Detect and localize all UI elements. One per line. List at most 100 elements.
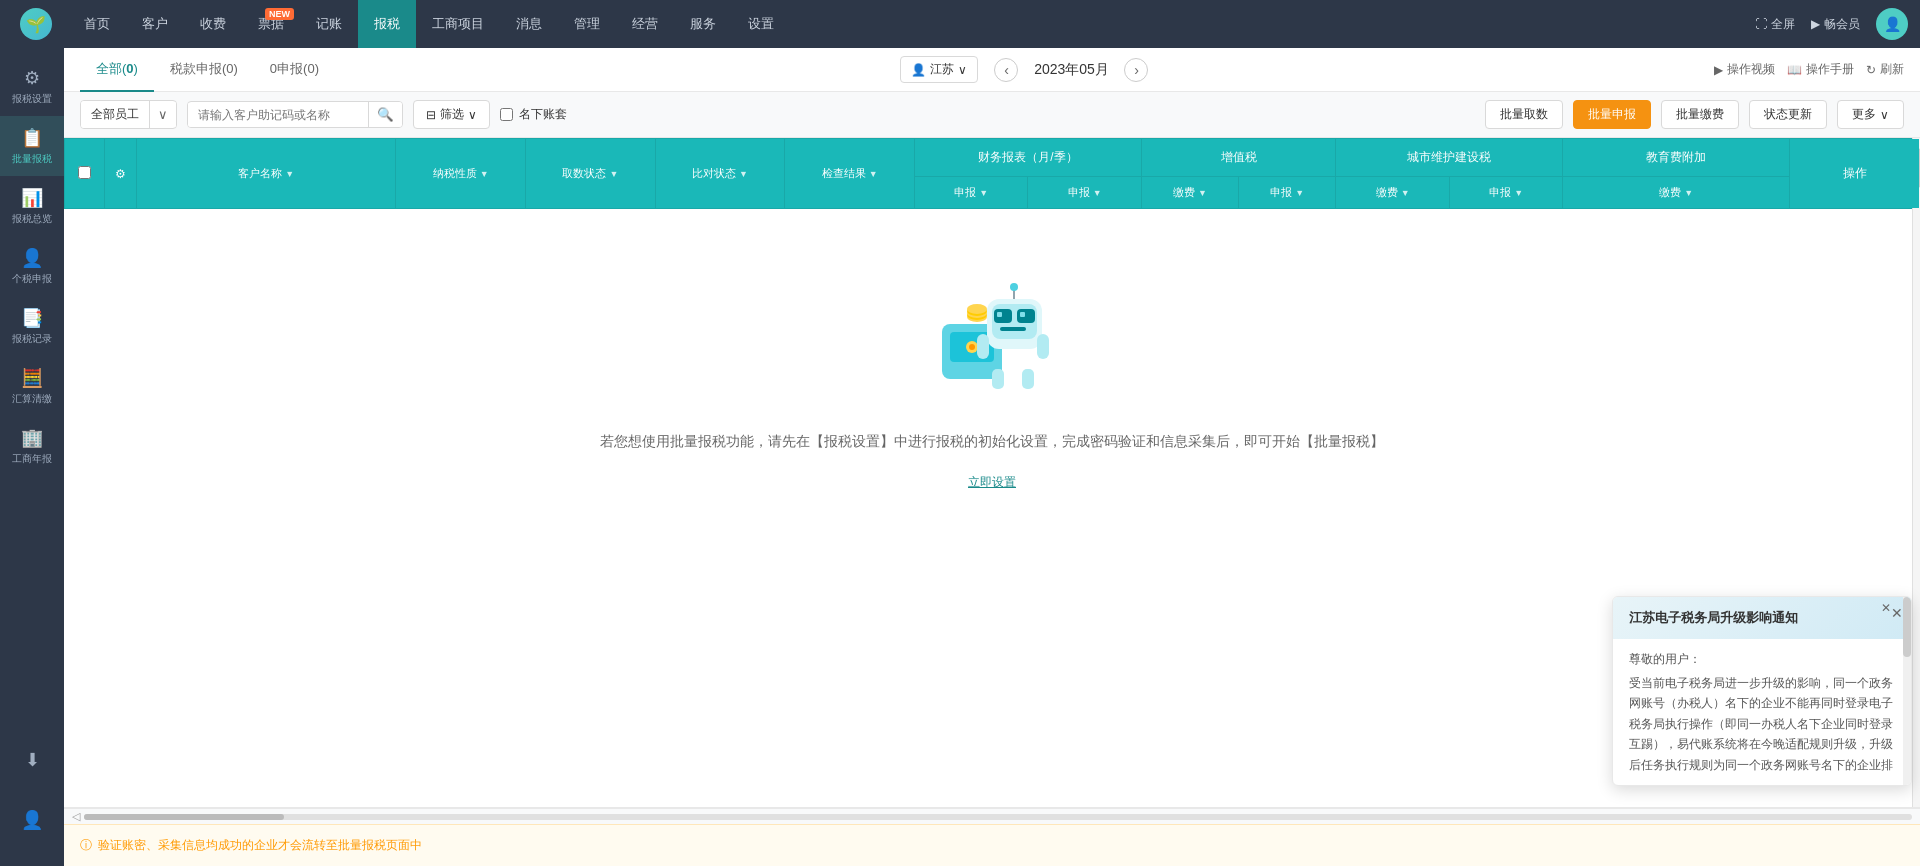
sidebar-item-annual-report[interactable]: 🏢 工商年报 bbox=[0, 416, 64, 476]
batch-tax-icon: 📋 bbox=[21, 127, 43, 149]
employee-selector[interactable]: 全部员工 ∨ bbox=[80, 100, 177, 129]
search-button[interactable]: 🔍 bbox=[368, 102, 402, 127]
select-all-th bbox=[65, 139, 105, 209]
nav-home[interactable]: 首页 bbox=[68, 0, 126, 48]
city-tax-th: 城市维护建设税 bbox=[1336, 139, 1563, 177]
tab-tax-declare[interactable]: 税款申报(0) bbox=[154, 48, 254, 92]
operation-video-button[interactable]: ▶ 操作视频 bbox=[1714, 61, 1775, 78]
header-row-1: ⚙ 客户名称▼ 纳税性质▼ 取数状态▼ 比对状态▼ bbox=[65, 139, 1920, 177]
city-declare-filter[interactable]: ▼ bbox=[1295, 188, 1304, 198]
tab-all[interactable]: 全部(0) bbox=[80, 48, 154, 92]
notif-x-button[interactable]: ✕ bbox=[1881, 601, 1891, 615]
svg-point-17 bbox=[1010, 283, 1018, 291]
nav-invoice[interactable]: 票据 NEW bbox=[242, 0, 300, 48]
nav-tax[interactable]: 报税 bbox=[358, 0, 416, 48]
refresh-button[interactable]: ↻ 刷新 bbox=[1866, 61, 1904, 78]
member-button[interactable]: ▶ 畅会员 bbox=[1811, 16, 1860, 33]
setup-link[interactable]: 立即设置 bbox=[968, 474, 1016, 491]
nav-customer[interactable]: 客户 bbox=[126, 0, 184, 48]
refresh-icon: ↻ bbox=[1866, 63, 1876, 77]
svg-rect-14 bbox=[1020, 312, 1025, 317]
sidebar-download[interactable]: ⬇ bbox=[0, 730, 64, 790]
nav-billing[interactable]: 收费 bbox=[184, 0, 242, 48]
education-tax-th: 教育费附加 bbox=[1563, 139, 1790, 177]
batch-pay-button[interactable]: 批量缴费 bbox=[1661, 100, 1739, 129]
compare-filter-icon[interactable]: ▼ bbox=[739, 169, 748, 179]
nav-management[interactable]: 管理 bbox=[558, 0, 616, 48]
notif-scroll-thumb bbox=[1903, 597, 1911, 657]
nav-message[interactable]: 消息 bbox=[500, 0, 558, 48]
fetch-status-filter-icon[interactable]: ▼ bbox=[609, 169, 618, 179]
more-icon: ∨ bbox=[1880, 108, 1889, 122]
sidebar-item-tax-settings[interactable]: ⚙ 报税设置 bbox=[0, 56, 64, 116]
batch-declare-button[interactable]: 批量申报 bbox=[1573, 100, 1651, 129]
manual-icon: 📖 bbox=[1787, 63, 1802, 77]
fullscreen-button[interactable]: ⛶ 全屏 bbox=[1755, 16, 1795, 33]
filter-icon: ⊟ bbox=[426, 108, 436, 122]
vertical-scrollbar[interactable] bbox=[1912, 138, 1920, 807]
vat-pay-th: 缴费▼ bbox=[1141, 177, 1238, 209]
sidebar-item-tax-records[interactable]: 📑 报税记录 bbox=[0, 296, 64, 356]
notification-close-button[interactable]: ✕ bbox=[1891, 605, 1903, 621]
nav-service[interactable]: 服务 bbox=[674, 0, 732, 48]
check-filter-icon[interactable]: ▼ bbox=[869, 169, 878, 179]
horizontal-scrollbar[interactable]: ◁ bbox=[64, 808, 1920, 824]
nav-bookkeeping[interactable]: 记账 bbox=[300, 0, 358, 48]
video-icon: ▶ bbox=[1714, 63, 1723, 77]
sidebar-item-settlement[interactable]: 🧮 汇算清缴 bbox=[0, 356, 64, 416]
sidebar-bottom: ⬇ 👤 bbox=[0, 730, 64, 866]
account-checkbox-label[interactable]: 名下账套 bbox=[500, 106, 567, 123]
svg-rect-21 bbox=[1022, 369, 1034, 389]
vat-th: 增值税 bbox=[1141, 139, 1336, 177]
vat-pay-filter[interactable]: ▼ bbox=[1198, 188, 1207, 198]
prev-month-button[interactable]: ‹ bbox=[994, 58, 1018, 82]
edu-declare-filter[interactable]: ▼ bbox=[1514, 188, 1523, 198]
svg-rect-13 bbox=[1017, 309, 1035, 323]
empty-row: 若您想使用批量报税功能，请先在【报税设置】中进行报税的初始化设置，完成密码验证和… bbox=[65, 209, 1920, 552]
city-pay-th: 缴费▼ bbox=[1336, 177, 1449, 209]
svg-rect-20 bbox=[992, 369, 1004, 389]
download-icon: ⬇ bbox=[21, 749, 43, 771]
user-avatar[interactable]: 👤 bbox=[1876, 8, 1908, 40]
search-input[interactable] bbox=[188, 103, 368, 127]
app-logo[interactable]: 🌱 bbox=[12, 0, 60, 48]
gear-icon[interactable]: ⚙ bbox=[115, 167, 126, 181]
tax-overview-icon: 📊 bbox=[21, 187, 43, 209]
customer-filter-icon[interactable]: ▼ bbox=[285, 169, 294, 179]
status-update-button[interactable]: 状态更新 bbox=[1749, 100, 1827, 129]
sidebar-item-batch-tax[interactable]: 📋 批量报税 bbox=[0, 116, 64, 176]
fin-declare-filter[interactable]: ▼ bbox=[979, 188, 988, 198]
operation-th: 操作 bbox=[1790, 139, 1920, 209]
nav-operation[interactable]: 经营 bbox=[616, 0, 674, 48]
tabs-mid: 👤 江苏 ∨ ‹ 2023年05月 › bbox=[335, 56, 1714, 83]
notification-popup: ✕ 江苏电子税务局升级影响通知 尊敬的用户： 受当前电子税务局进一步升级的影响，… bbox=[1612, 596, 1912, 786]
select-all-checkbox[interactable] bbox=[78, 166, 91, 179]
more-button[interactable]: 更多 ∨ bbox=[1837, 100, 1904, 129]
sidebar-item-personal-tax[interactable]: 👤 个税申报 bbox=[0, 236, 64, 296]
check-result-th: 检查结果▼ bbox=[785, 139, 915, 209]
next-month-button[interactable]: › bbox=[1124, 58, 1148, 82]
tax-records-icon: 📑 bbox=[21, 307, 43, 329]
nav-business[interactable]: 工商项目 bbox=[416, 0, 500, 48]
vat-declare-filter[interactable]: ▼ bbox=[1093, 188, 1102, 198]
main-table: ⚙ 客户名称▼ 纳税性质▼ 取数状态▼ 比对状态▼ bbox=[64, 138, 1920, 551]
empty-message: 若您想使用批量报税功能，请先在【报税设置】中进行报税的初始化设置，完成密码验证和… bbox=[600, 429, 1384, 454]
empty-state: 若您想使用批量报税功能，请先在【报税设置】中进行报税的初始化设置，完成密码验证和… bbox=[65, 209, 1920, 551]
employee-dropdown-arrow[interactable]: ∨ bbox=[150, 102, 176, 127]
filter-button[interactable]: ⊟ 筛选 ∨ bbox=[413, 100, 490, 129]
scroll-thumb bbox=[84, 814, 284, 820]
city-pay-filter[interactable]: ▼ bbox=[1401, 188, 1410, 198]
region-selector[interactable]: 👤 江苏 ∨ bbox=[900, 56, 978, 83]
tab-zero-declare[interactable]: 0申报(0) bbox=[254, 48, 335, 92]
settlement-icon: 🧮 bbox=[21, 367, 43, 389]
edu-pay-filter[interactable]: ▼ bbox=[1684, 188, 1693, 198]
sidebar-item-tax-overview[interactable]: 📊 报税总览 bbox=[0, 176, 64, 236]
tax-type-filter-icon[interactable]: ▼ bbox=[480, 169, 489, 179]
account-checkbox[interactable] bbox=[500, 108, 513, 121]
current-date: 2023年05月 bbox=[1026, 61, 1116, 79]
nav-settings[interactable]: 设置 bbox=[732, 0, 790, 48]
batch-fetch-button[interactable]: 批量取数 bbox=[1485, 100, 1563, 129]
operation-manual-button[interactable]: 📖 操作手册 bbox=[1787, 61, 1854, 78]
svg-point-3 bbox=[969, 344, 975, 350]
sidebar-profile[interactable]: 👤 bbox=[0, 790, 64, 850]
